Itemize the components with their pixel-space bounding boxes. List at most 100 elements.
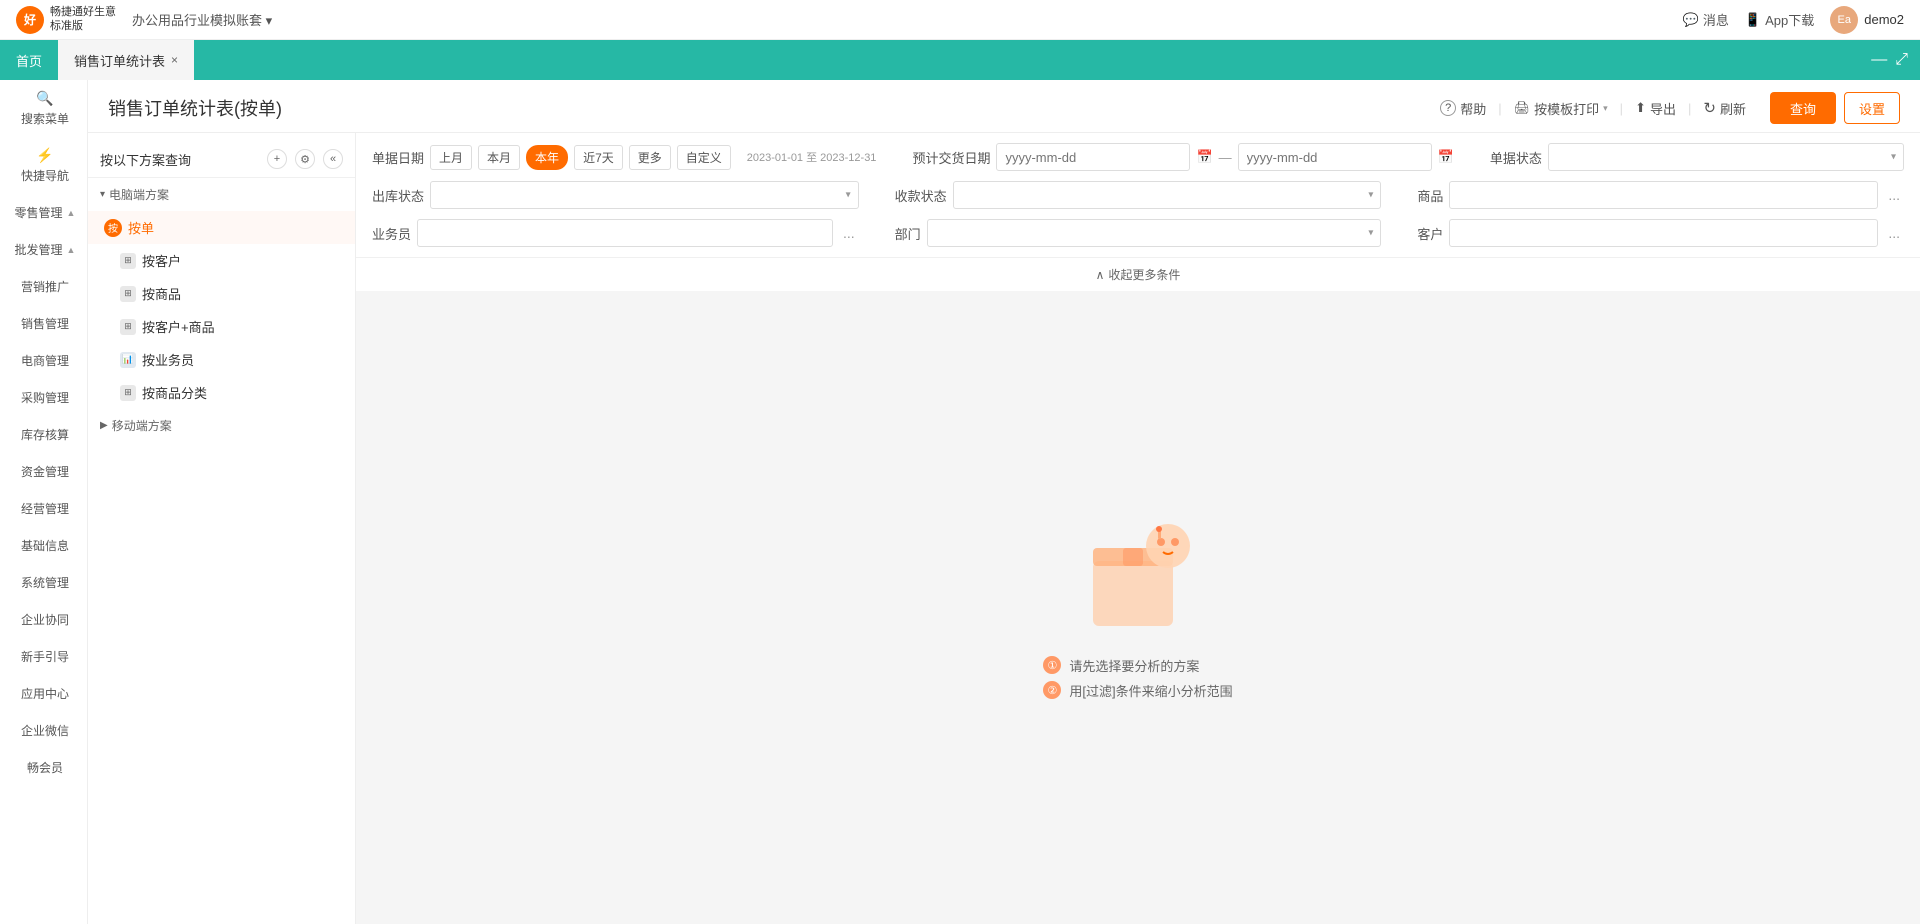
app-download-label: App下载: [1765, 10, 1814, 29]
department-select[interactable]: [927, 219, 1382, 247]
sidebar-item-member[interactable]: 畅会员: [0, 749, 87, 786]
tree-item-label: 按商品分类: [142, 383, 207, 402]
refresh-label: 刷新: [1720, 99, 1746, 118]
customer-group: 客户 ...: [1417, 219, 1904, 247]
system-title[interactable]: 办公用品行业模拟账套 ▾: [132, 10, 272, 29]
sidebar-item-label: 新手引导: [21, 648, 69, 665]
user-area[interactable]: Ea demo2: [1830, 6, 1904, 34]
sidebar-item-quick-nav[interactable]: ⚡ 快捷导航: [0, 137, 87, 194]
collapse-panel-icon[interactable]: «: [323, 149, 343, 169]
tree-item-by-salesperson[interactable]: 📊 按业务员: [88, 343, 355, 376]
quick-nav-icon: ⚡: [36, 147, 53, 164]
product-label: 商品: [1417, 186, 1443, 205]
tab-close-icon[interactable]: ×: [171, 53, 178, 67]
expected-delivery-label: 预计交货日期: [912, 148, 990, 167]
sidebar-item-label: 企业微信: [21, 722, 69, 739]
document-status-group: 单据状态 ▾: [1490, 143, 1904, 171]
sidebar-item-wholesale[interactable]: 批发管理 ▲: [0, 231, 87, 268]
message-action[interactable]: 💬 消息: [1683, 10, 1729, 29]
settings-solution-icon[interactable]: ⚙: [295, 149, 315, 169]
sidebar-item-enterprise-wechat[interactable]: 企业微信: [0, 712, 87, 749]
export-action[interactable]: ⬆ 导出: [1635, 99, 1676, 118]
sidebar-item-system[interactable]: 系统管理: [0, 564, 87, 601]
help-action[interactable]: ? 帮助: [1440, 99, 1486, 118]
sidebar-item-retail[interactable]: 零售管理 ▲: [0, 194, 87, 231]
message-icon: 💬: [1683, 12, 1699, 28]
this-month-btn[interactable]: 本月: [478, 145, 520, 170]
mobile-solutions-group[interactable]: ▶ 移动端方案: [88, 409, 355, 442]
settings-button[interactable]: 设置: [1844, 92, 1900, 124]
sidebar-item-purchase[interactable]: 采购管理: [0, 379, 87, 416]
calendar-icon-end: 📅: [1438, 149, 1454, 165]
nav-minimize-icon[interactable]: —: [1871, 51, 1887, 69]
salesperson-ellipsis[interactable]: ...: [839, 225, 859, 241]
query-button[interactable]: 查询: [1770, 92, 1836, 124]
customer-label: 客户: [1417, 224, 1443, 243]
sidebar-item-finance[interactable]: 资金管理: [0, 453, 87, 490]
hint-num-2: ②: [1043, 681, 1061, 699]
tree-item-label: 按商品: [142, 284, 181, 303]
customer-ellipsis[interactable]: ...: [1884, 225, 1904, 241]
retail-arrow-icon: ▲: [67, 208, 76, 218]
last-7-days-btn[interactable]: 近7天: [574, 145, 623, 170]
template-print-action[interactable]: 🖨 按模板打印 ▾: [1514, 99, 1608, 118]
sidebar-item-label: 系统管理: [21, 574, 69, 591]
product-ellipsis[interactable]: ...: [1884, 187, 1904, 203]
filter-bar: 单据日期 上月 本月 本年 近7天 更多 自定义: [356, 133, 1920, 253]
filter-row-2: 出库状态 ▾ 收款状态: [372, 181, 1904, 209]
system-title-text: 办公用品行业模拟账套: [132, 13, 262, 28]
home-tab-label: 首页: [16, 51, 42, 70]
empty-illustration: [1068, 516, 1208, 636]
tab-sales-order-stats[interactable]: 销售订单统计表 ×: [58, 40, 194, 80]
tree-item-label: 按客户+商品: [142, 317, 215, 336]
sidebar-item-basic-info[interactable]: 基础信息: [0, 527, 87, 564]
tree-item-by-product[interactable]: ⊞ 按商品: [88, 277, 355, 310]
sidebar-item-inventory[interactable]: 库存核算: [0, 416, 87, 453]
this-year-btn[interactable]: 本年: [526, 145, 568, 170]
app-download-action[interactable]: 📱 App下载: [1745, 10, 1814, 29]
help-label: 帮助: [1460, 99, 1486, 118]
sidebar-item-label: 快捷导航: [21, 167, 69, 184]
tree-item-by-customer[interactable]: ⊞ 按客户: [88, 244, 355, 277]
salesperson-input[interactable]: [417, 219, 833, 247]
tree-item-by-product-category[interactable]: ⊞ 按商品分类: [88, 376, 355, 409]
expected-delivery-start[interactable]: [996, 143, 1190, 171]
sidebar-item-app-center[interactable]: 应用中心: [0, 675, 87, 712]
sidebar-item-marketing[interactable]: 营销推广: [0, 268, 87, 305]
tree-item-by-order[interactable]: 按 按单: [88, 211, 355, 244]
salesperson-group: 业务员 ...: [372, 219, 859, 247]
hint-num-1: ①: [1043, 656, 1061, 674]
sidebar-item-new-user[interactable]: 新手引导: [0, 638, 87, 675]
expected-delivery-end[interactable]: [1238, 143, 1432, 171]
custom-btn[interactable]: 自定义: [677, 145, 731, 170]
sidebar-item-sales[interactable]: 销售管理: [0, 305, 87, 342]
empty-state: ① 请先选择要分析的方案 ② 用[过滤]条件来缩小分析范围: [1043, 516, 1232, 700]
sidebar-item-label: 企业协同: [21, 611, 69, 628]
tab-home[interactable]: 首页: [0, 40, 58, 80]
last-month-btn[interactable]: 上月: [430, 145, 472, 170]
payment-status-label: 收款状态: [895, 186, 947, 205]
inner-content: 按以下方案查询 + ⚙ « ▾ 电脑端方案 按 按单 ⊞ 按客户: [88, 133, 1920, 924]
sidebar-item-search-menu[interactable]: 🔍 搜索菜单: [0, 80, 87, 137]
payment-status-select[interactable]: [953, 181, 1382, 209]
collapse-conditions[interactable]: ∧ 收起更多条件: [356, 257, 1920, 291]
product-input[interactable]: [1449, 181, 1878, 209]
nav-expand-icon[interactable]: ⤢: [1895, 51, 1908, 69]
document-status-select[interactable]: [1548, 143, 1904, 171]
sidebar-item-label: 搜索菜单: [21, 110, 69, 127]
sidebar-item-label: 营销推广: [21, 278, 69, 295]
customer-input[interactable]: [1449, 219, 1878, 247]
divider1: |: [1498, 101, 1501, 116]
top-bar: 好 畅捷通好生意 标准版 办公用品行业模拟账套 ▾ 💬 消息 📱 App下载 E…: [0, 0, 1920, 40]
sidebar-item-ecommerce[interactable]: 电商管理: [0, 342, 87, 379]
refresh-action[interactable]: ↻ 刷新: [1703, 99, 1746, 118]
more-btn[interactable]: 更多: [629, 145, 671, 170]
tree-item-label: 按客户: [142, 251, 181, 270]
template-print-arrow: ▾: [1603, 103, 1608, 114]
pc-solutions-group[interactable]: ▾ 电脑端方案: [88, 178, 355, 211]
shipment-status-select[interactable]: [430, 181, 859, 209]
add-solution-icon[interactable]: +: [267, 149, 287, 169]
tree-item-by-customer-product[interactable]: ⊞ 按客户+商品: [88, 310, 355, 343]
sidebar-item-operations[interactable]: 经营管理: [0, 490, 87, 527]
sidebar-item-enterprise-collab[interactable]: 企业协同: [0, 601, 87, 638]
